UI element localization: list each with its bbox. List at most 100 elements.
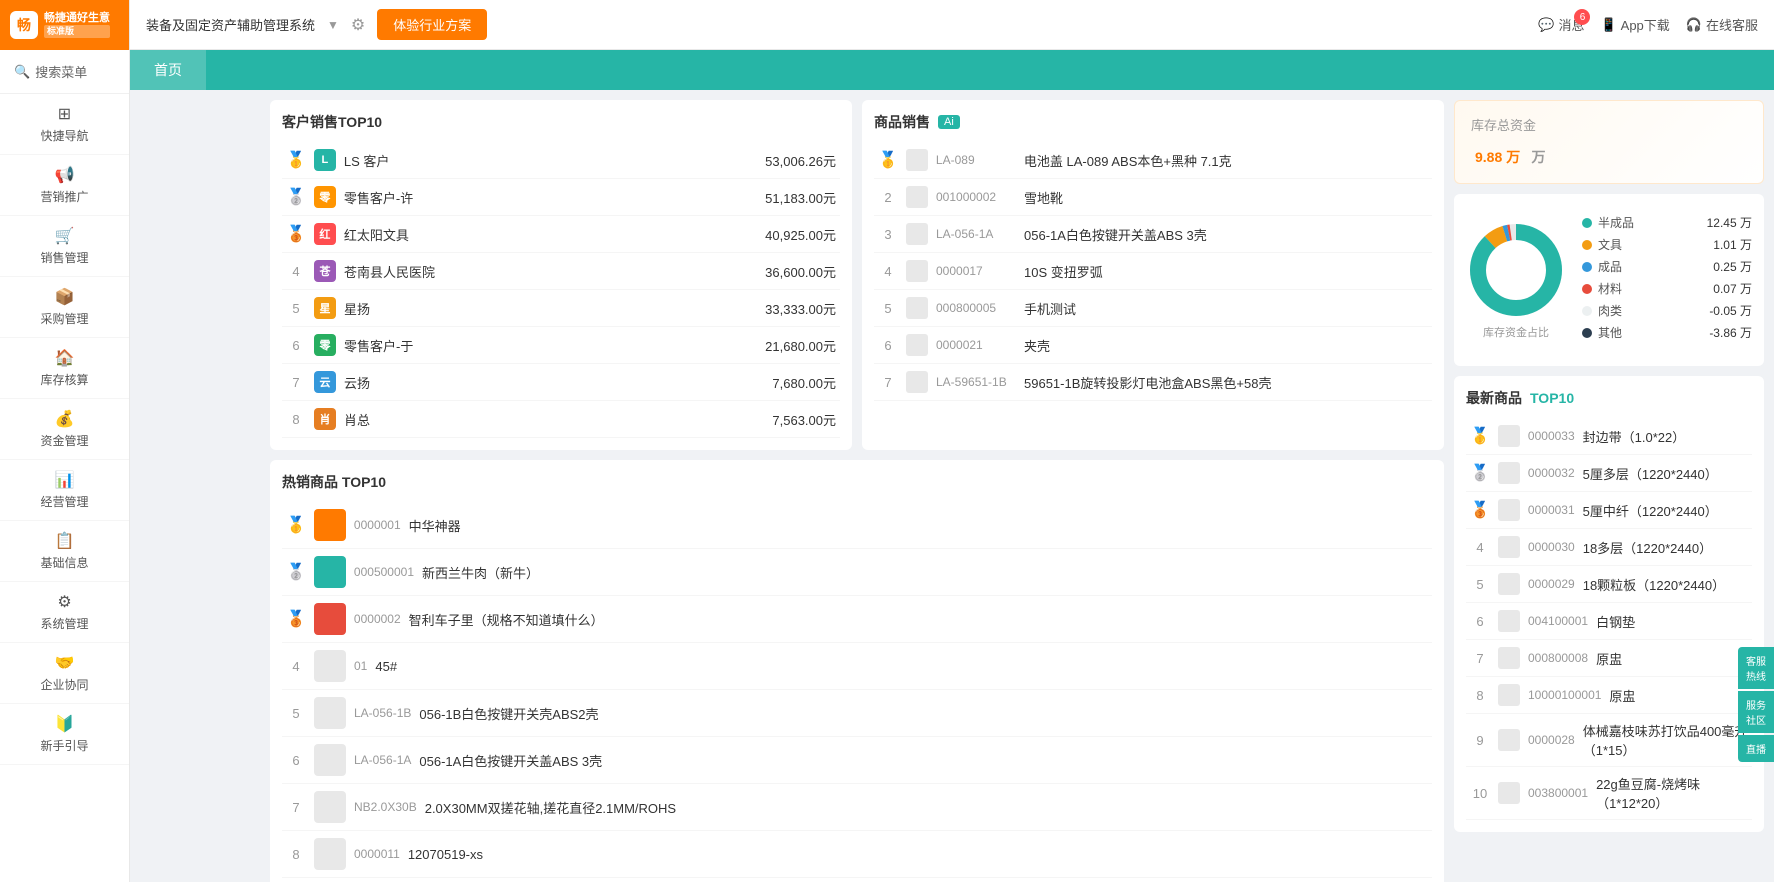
product-img-placeholder [906,334,928,356]
product-code: 0000017 [936,264,1016,278]
new-product-row: 🥉 0000031 5厘中纤（1220*2440） [1466,492,1752,529]
new-product-img [1498,536,1520,558]
rank-number: 6 [1470,614,1490,629]
app-header: 装备及固定资产辅助管理系统 ▼ ⚙ 体验行业方案 💬 消息 6 📱 App下载 … [130,0,1774,50]
rank-number: 2 [878,190,898,205]
sidebar-item-quick-nav[interactable]: ⊞ 快捷导航 [0,94,129,155]
customer-rank-table: 🥇 L LS 客户 53,006.26元 🥈 零 零售客户-许 51,183.0… [282,142,840,438]
logo-badge: 标准版 [44,25,110,38]
rank-number: 4 [878,264,898,279]
new-product-img [1498,647,1520,669]
hot-product-img [314,744,346,776]
legend-item: 文具 1.01 万 [1582,236,1752,253]
top-product-row: 7 LA-59651-1B 59651-1B旋转投影灯电池盒ABS黑色+58壳 [874,364,1432,401]
nav-label-inventory: 库存核算 [40,371,88,388]
nav-icon-operation: 📊 [55,470,75,490]
dropdown-button[interactable]: ▼ [327,18,339,32]
legend-label: 文具 [1598,236,1622,253]
legend-label: 半成品 [1598,214,1634,231]
nav-icon-finance: 💰 [55,409,75,429]
sidebar-item-marketing[interactable]: 📢营销推广 [0,155,129,216]
sidebar-nav: ⊞ 快捷导航 📢营销推广🛒销售管理 📦 采购管理 🏠库存核算 💰 资金管理 📊 经营管理 📋基础信息… [0,94,129,765]
new-product-row: 🥇 0000033 封边带（1.0*22） [1466,418,1752,455]
rank-amount: 51,183.00元 [765,188,836,207]
right-panel: 库存总资金 9.88万 万 [1454,90,1774,882]
hot-product-name: 056-1B白色按键开关壳ABS2壳 [419,704,598,723]
hot-product-row: 🥉 0000002 智利车子里（规格不知道填什么） [282,596,1432,643]
nav-label-finance: 资金管理 [40,432,88,449]
sidebar-item-company[interactable]: 🤝企业协同 [0,643,129,704]
sidebar-item-operation[interactable]: 📊 经营管理 [0,460,129,521]
app-download-area[interactable]: 📱 App下载 [1600,15,1669,34]
nav-icon-quick-nav: ⊞ [58,104,71,124]
hot-product-name: 056-1A白色按键开关盖ABS 3壳 [419,751,602,770]
product-code: 0000021 [936,338,1016,352]
new-product-img [1498,610,1520,632]
medal-icon: 🥇 [286,515,306,535]
gear-button[interactable]: ⚙ [351,15,365,35]
rank-avatar: 星 [314,297,336,319]
sidebar-item-system[interactable]: ⚙系统管理 [0,582,129,643]
float-service-button[interactable]: 直播 [1738,735,1774,762]
hot-product-name: 2.0X30MM双搓花轴,搓花直径2.1MM/ROHS [425,798,676,817]
online-service-area[interactable]: 🎧 在线客服 [1686,15,1758,34]
ai-badge: Ai [938,115,960,129]
new-product-row: 🥈 0000032 5厘多层（1220*2440） [1466,455,1752,492]
float-service-button[interactable]: 客服热线 [1738,647,1774,689]
nav-icon-purchase: 📦 [55,287,75,307]
rank-number: 10 [1470,786,1490,801]
customer-rank-row: 4 苍 苍南县人民医院 36,600.00元 [282,253,840,290]
search-menu-button[interactable]: 🔍 搜索菜单 [8,58,121,85]
nav-label-operation: 经营管理 [40,493,88,510]
system-name: 装备及固定资产辅助管理系统 [146,15,315,34]
rank-name: 肖总 [344,410,764,429]
customer-rank-row: 🥈 零 零售客户-许 51,183.00元 [282,179,840,216]
sidebar-item-basic[interactable]: 📋基础信息 [0,521,129,582]
app-download-label: App下载 [1621,15,1670,34]
new-products-title: 最新商品 [1466,388,1522,408]
new-product-code: 004100001 [1528,614,1588,628]
service-icon: 🎧 [1686,17,1702,33]
new-product-name: 原盅 [1609,686,1748,705]
new-product-img [1498,782,1520,804]
rank-avatar: 肖 [314,408,336,430]
rank-name: LS 客户 [344,151,757,170]
chart-label: 库存资金占比 [1466,324,1566,340]
rank-avatar: 零 [314,334,336,356]
product-img-placeholder [906,223,928,245]
top-product-row: 2 001000002 雪地靴 [874,179,1432,216]
hot-products-title: 热销商品 TOP10 [282,472,386,492]
nav-icon-marketing: 📢 [55,165,75,185]
sidebar-item-guide[interactable]: 🔰新手引导 [0,704,129,765]
rank-avatar: 云 [314,371,336,393]
rank-number: 7 [1470,651,1490,666]
sidebar-item-inventory[interactable]: 🏠库存核算 [0,338,129,399]
rank-avatar: 零 [314,186,336,208]
nav-label-purchase: 采购管理 [40,310,88,327]
hot-product-img [314,838,346,870]
rank-name: 苍南县人民医院 [344,262,757,281]
new-product-row: 9 0000028 体械嘉枝味苏打饮品400毫升（1*15） [1466,714,1752,767]
new-products-badge: TOP10 [1530,390,1574,406]
new-product-row: 8 10000100001 原盅 [1466,677,1752,714]
rank-name: 零售客户-于 [344,336,757,355]
legend-label: 肉类 [1598,302,1622,319]
tab-home[interactable]: 首页 [130,50,206,90]
sidebar-item-finance[interactable]: 💰 资金管理 [0,399,129,460]
legend-label: 材料 [1598,280,1622,297]
search-menu-label: 搜索菜单 [35,62,87,81]
sidebar-item-purchase[interactable]: 📦 采购管理 [0,277,129,338]
trial-button[interactable]: 体验行业方案 [377,9,487,40]
hot-product-code: 0000011 [354,847,400,861]
rank-number: 4 [286,659,306,674]
float-service-button[interactable]: 服务社区 [1738,691,1774,733]
legend-dot [1582,218,1592,228]
notification-area[interactable]: 💬 消息 6 [1538,15,1584,34]
nav-label-quick-nav: 快捷导航 [40,127,88,144]
new-product-img [1498,573,1520,595]
float-service: 客服热线服务社区直播 [1738,647,1774,762]
legend-dot [1582,262,1592,272]
customer-rank-row: 7 云 云扬 7,680.00元 [282,364,840,401]
new-product-name: 18颗粒板（1220*2440） [1583,575,1748,594]
sidebar-item-sales[interactable]: 🛒销售管理 [0,216,129,277]
